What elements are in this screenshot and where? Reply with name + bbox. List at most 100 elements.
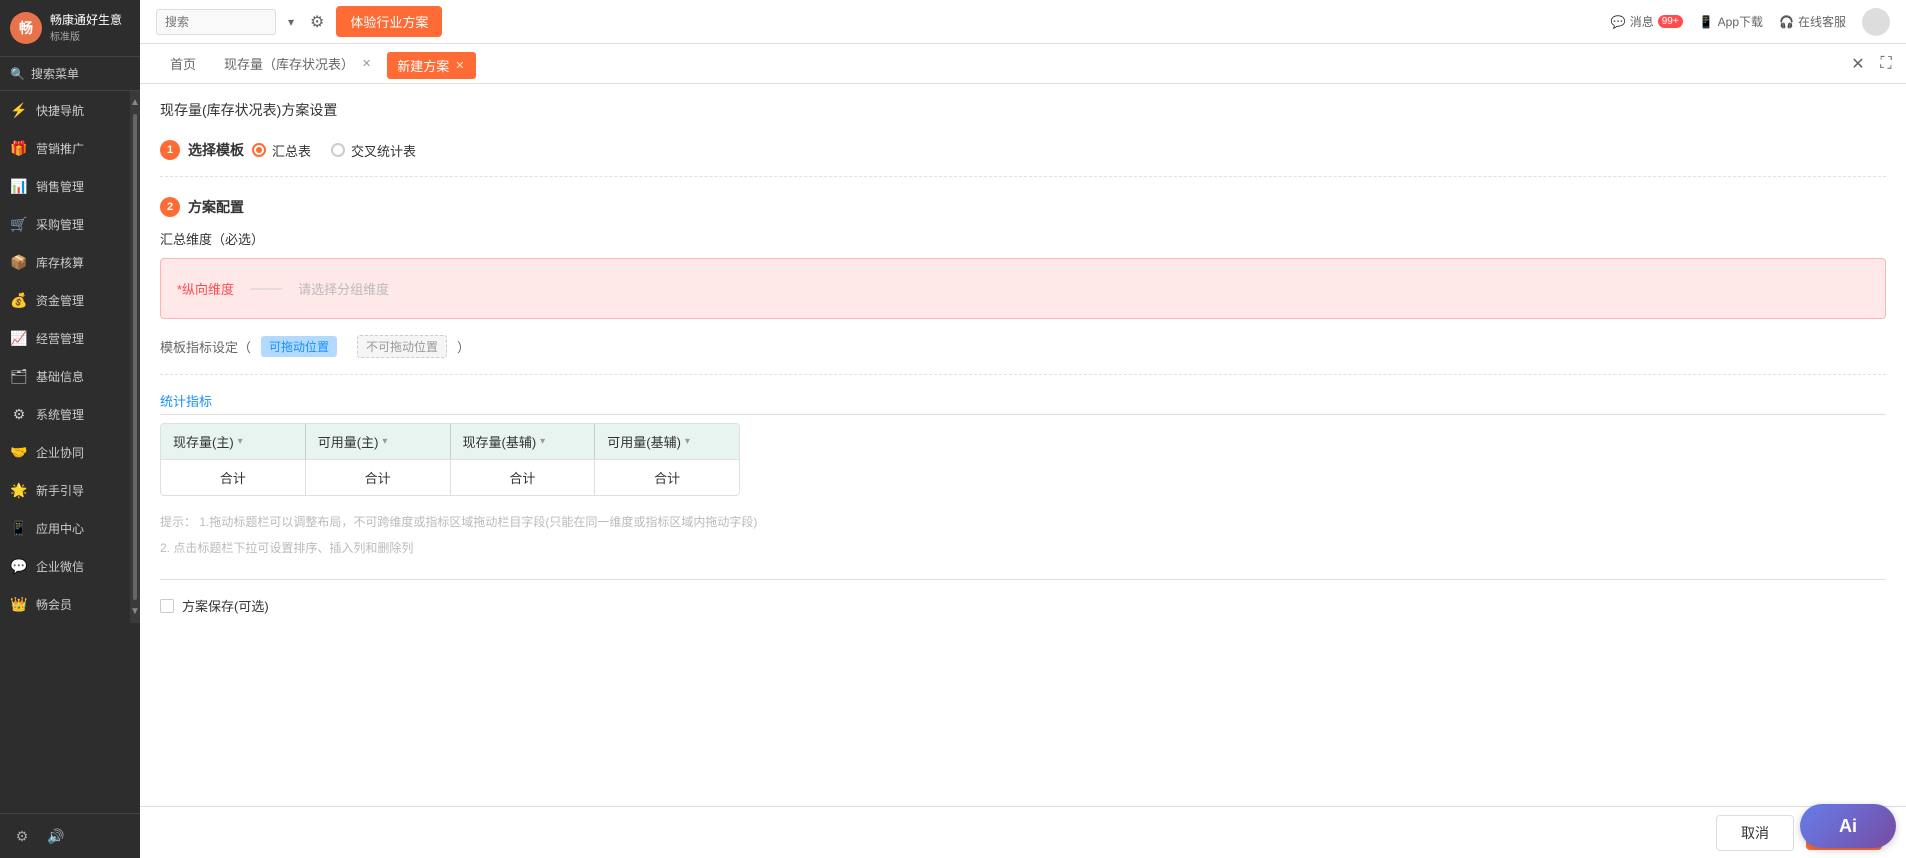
app-edition: 标准版: [50, 28, 122, 43]
marketing-icon: 🎁: [10, 139, 28, 157]
step1-title: 选择模板: [188, 140, 244, 160]
topbar-right: 💬 消息 99+ 📱 App下载 🎧 在线客服: [1611, 8, 1890, 36]
sidebar-item-label: 基础信息: [36, 368, 84, 385]
sidebar-item-enterprise[interactable]: 🤝 企业协同: [0, 433, 130, 471]
radio-summary[interactable]: 汇总表: [252, 141, 311, 160]
step2-divider: [160, 374, 1886, 375]
step2-header: 2 方案配置: [160, 197, 1886, 217]
step1-header: 1 选择模板 汇总表 交叉统计表: [160, 140, 1886, 160]
ai-float-button[interactable]: Ai: [1800, 804, 1896, 848]
radio-cross-label: 交叉统计表: [351, 141, 416, 160]
col-dropdown-arrow-3[interactable]: ▾: [540, 436, 545, 447]
stats-body: 合计 合计 合计 合计: [161, 459, 739, 495]
dim-placeholder[interactable]: 请选择分组维度: [298, 279, 389, 298]
vip-icon: 👑: [10, 595, 28, 613]
sidebar-item-apps[interactable]: 📱 应用中心: [0, 509, 130, 547]
tips-area: 提示： 1.拖动标题栏可以调整布局，不可跨维度或指标区域拖动栏目字段(只能在同一…: [160, 512, 1886, 559]
stats-col-avail-main[interactable]: 可用量(主) ▾: [306, 424, 451, 459]
sidebar-item-label: 畅会员: [36, 596, 72, 613]
expand-window-button[interactable]: ⛶: [1874, 52, 1898, 76]
enterprise-icon: 🤝: [10, 443, 28, 461]
template-radio-group: 汇总表 交叉统计表: [252, 141, 416, 160]
cancel-button[interactable]: 取消: [1716, 815, 1794, 851]
close-window-button[interactable]: ✕: [1846, 52, 1870, 76]
topbar-left: ▾ ⚙ 体验行业方案: [156, 6, 1601, 37]
sidebar-item-marketing[interactable]: 🎁 营销推广: [0, 129, 130, 167]
stats-col-avail-aux[interactable]: 可用量(基辅) ▾: [595, 424, 739, 459]
topbar-dropdown-arrow[interactable]: ▾: [284, 11, 298, 33]
stats-cell-1-2: 合计: [306, 459, 451, 495]
sidebar-item-label: 营销推广: [36, 140, 84, 157]
sidebar-item-purchase[interactable]: 🛒 采购管理: [0, 205, 130, 243]
sidebar-item-label: 库存核算: [36, 254, 84, 271]
stats-col-stock-aux-label: 现存量(基辅): [463, 432, 537, 451]
sidebar-item-label: 快捷导航: [36, 102, 84, 119]
sidebar-item-label: 应用中心: [36, 520, 84, 537]
sidebar-item-system[interactable]: ⚙ 系统管理: [0, 395, 130, 433]
operations-icon: 📈: [10, 329, 28, 347]
sidebar-item-label: 资金管理: [36, 292, 84, 309]
content-area: 现存量(库存状况表)方案设置 1 选择模板 汇总表: [140, 84, 1906, 806]
stats-label: 统计指标: [160, 391, 1886, 415]
sidebar-item-operations[interactable]: 📈 经营管理: [0, 319, 130, 357]
radio-cross[interactable]: 交叉统计表: [331, 141, 416, 160]
messages-button[interactable]: 💬 消息 99+: [1611, 13, 1683, 30]
content-inner: 现存量(库存状况表)方案设置 1 选择模板 汇总表: [140, 84, 1906, 806]
app-download-button[interactable]: 📱 App下载: [1699, 13, 1763, 30]
window-controls: ✕ ⛶: [1846, 52, 1898, 76]
wechat-icon: 💬: [10, 557, 28, 575]
stats-col-avail-main-label: 可用量(主): [318, 432, 379, 451]
search-icon: 🔍: [10, 67, 25, 81]
tab-inventory-label: 现存量（库存状况表）: [224, 54, 354, 73]
stats-col-stock-aux[interactable]: 现存量(基辅) ▾: [451, 424, 596, 459]
movable-badge: 可拖动位置: [261, 336, 337, 357]
sidebar: 畅 畅康通好生意 标准版 🔍 搜索菜单 ⚡ 快捷导航 🎁 营销推广 📊 销售管理: [0, 0, 140, 858]
col-dropdown-arrow-1[interactable]: ▾: [238, 436, 243, 447]
tip-1: 提示： 1.拖动标题栏可以调整布局，不可跨维度或指标区域拖动栏目字段(只能在同一…: [160, 512, 1886, 534]
sidebar-item-newbie[interactable]: 🌟 新手引导: [0, 471, 130, 509]
tab-new-plan[interactable]: 新建方案 ✕: [387, 52, 476, 79]
user-avatar-button[interactable]: [1862, 8, 1890, 36]
dim-separator: ——: [250, 280, 282, 298]
fixed-badge: 不可拖动位置: [357, 335, 447, 358]
sidebar-item-vip[interactable]: 👑 畅会员: [0, 585, 130, 623]
sidebar-search[interactable]: 🔍 搜索菜单: [0, 57, 140, 91]
newbie-icon: 🌟: [10, 481, 28, 499]
tab-new-plan-close[interactable]: ✕: [453, 59, 466, 72]
step1-divider: [160, 176, 1886, 177]
col-dropdown-arrow-2[interactable]: ▾: [382, 436, 387, 447]
sidebar-bottom: ⚙ 🔊: [0, 813, 140, 858]
tab-home[interactable]: 首页: [156, 46, 210, 83]
save-checkbox-area: 方案保存(可选): [160, 579, 1886, 615]
stats-col-stock-main[interactable]: 现存量(主) ▾: [161, 424, 306, 459]
sidebar-item-finance[interactable]: 💰 资金管理: [0, 281, 130, 319]
volume-bottom-icon[interactable]: 🔊: [44, 824, 68, 848]
app-download-label: App下载: [1718, 13, 1763, 30]
apps-icon: 📱: [10, 519, 28, 537]
search-label: 搜索菜单: [31, 65, 79, 82]
sidebar-item-wechat[interactable]: 💬 企业微信: [0, 547, 130, 585]
online-service-button[interactable]: 🎧 在线客服: [1779, 13, 1846, 30]
stats-cell-1-4: 合计: [595, 459, 739, 495]
tab-inventory-status[interactable]: 现存量（库存状况表） ✕: [210, 46, 387, 83]
stats-cell-1-3: 合计: [451, 459, 596, 495]
indicator-setting: 模板指标设定（ 可拖动位置 不可拖动位置 ）: [160, 335, 1886, 358]
radio-summary-circle: [252, 143, 266, 157]
save-plan-checkbox[interactable]: [160, 599, 174, 613]
sidebar-item-inventory[interactable]: 📦 库存核算: [0, 243, 130, 281]
basic-icon: 🗂: [10, 367, 28, 385]
app-name: 畅康通好生意: [50, 13, 122, 29]
tab-inventory-close[interactable]: ✕: [360, 57, 373, 70]
settings-bottom-icon[interactable]: ⚙: [10, 824, 34, 848]
trial-button[interactable]: 体验行业方案: [336, 6, 442, 37]
phone-icon: 📱: [1699, 15, 1714, 29]
headset-icon: 🎧: [1779, 15, 1794, 29]
stats-col-stock-main-label: 现存量(主): [173, 432, 234, 451]
col-dropdown-arrow-4[interactable]: ▾: [685, 436, 690, 447]
step2-number: 2: [160, 197, 180, 217]
sidebar-item-sales[interactable]: 📊 销售管理: [0, 167, 130, 205]
sidebar-item-quick-nav[interactable]: ⚡ 快捷导航: [0, 91, 130, 129]
sidebar-item-basic[interactable]: 🗂 基础信息: [0, 357, 130, 395]
topbar-search-input[interactable]: [156, 9, 276, 35]
topbar-gear-icon[interactable]: ⚙: [306, 8, 328, 36]
